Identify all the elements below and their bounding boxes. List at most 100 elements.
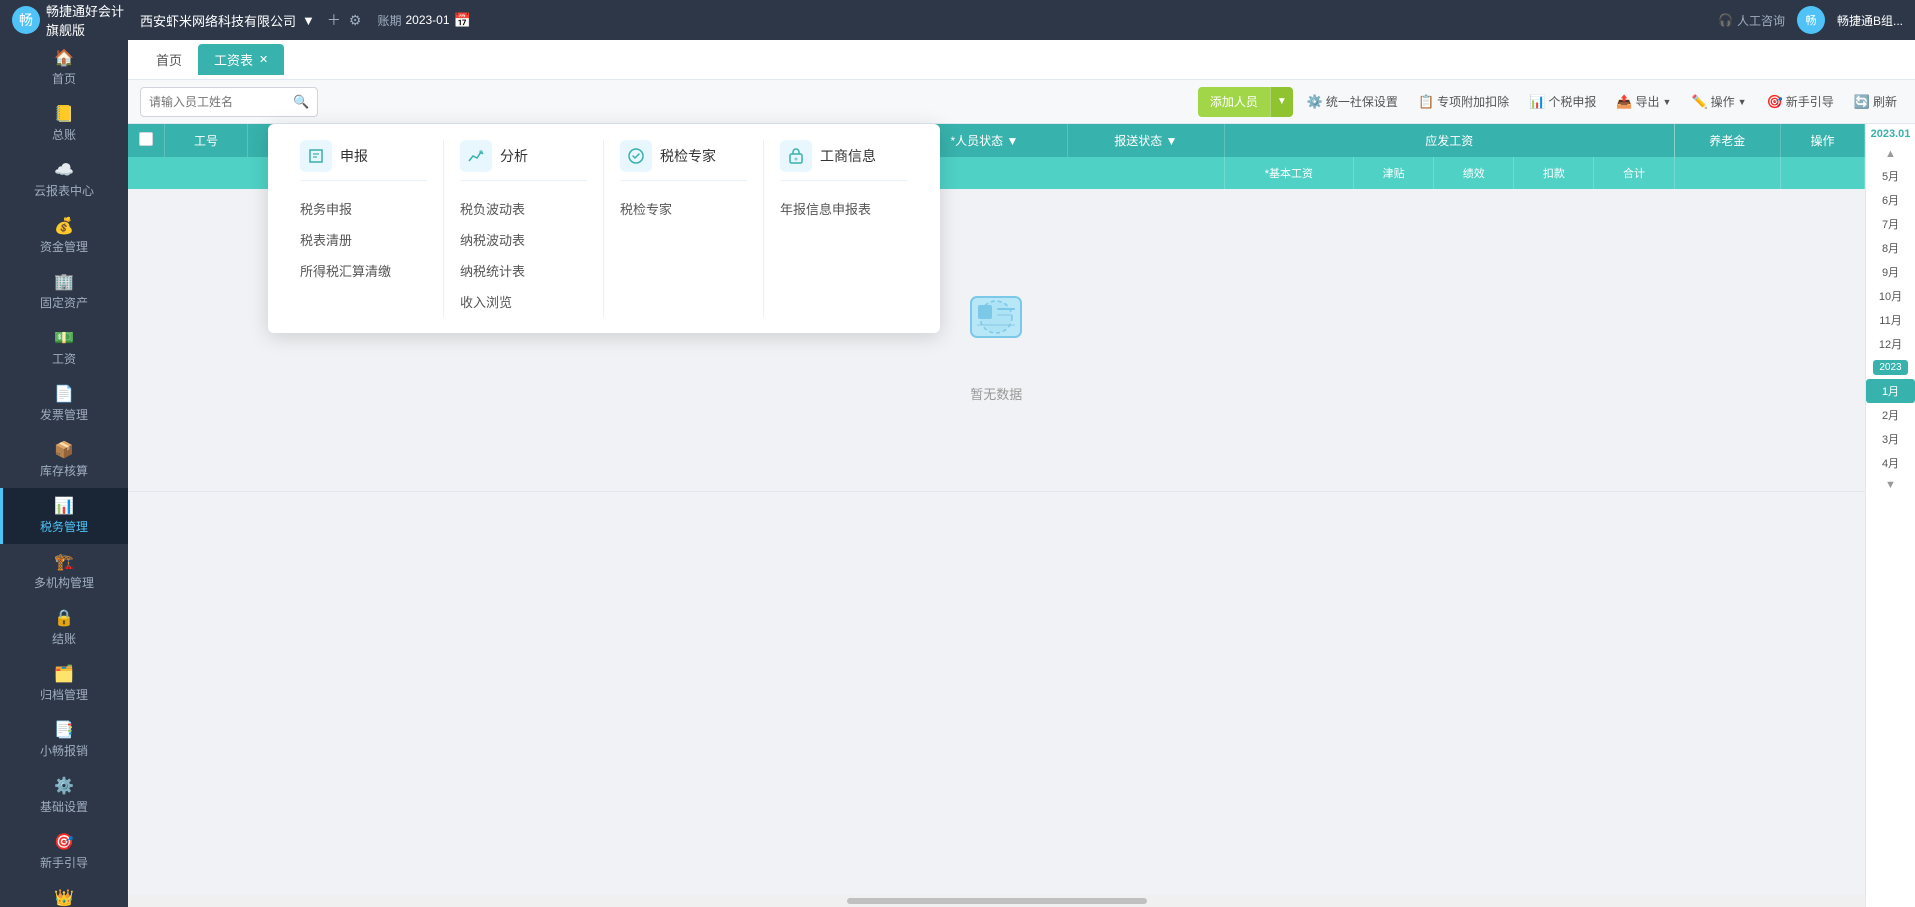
sidebar-label-inventory: 库存核算 xyxy=(40,464,88,480)
special-deduction-btn[interactable]: 📋 专项附加扣除 xyxy=(1412,93,1515,110)
add-person-button[interactable]: 添加人员 xyxy=(1198,87,1270,117)
timeline-month-8[interactable]: 8月 xyxy=(1866,236,1915,260)
dropdown-item-tax-payment-table[interactable]: 纳税波动表 xyxy=(460,224,587,255)
timeline-month-11[interactable]: 11月 xyxy=(1866,308,1915,332)
sidebar-item-invoice[interactable]: 📄 发票管理 xyxy=(0,376,128,432)
sidebar-item-close[interactable]: 🔒 结账 xyxy=(0,600,128,656)
timeline-month-4[interactable]: 4月 xyxy=(1866,451,1915,475)
add-person-dropdown-arrow[interactable]: ▼ xyxy=(1270,87,1293,117)
member-icon: 👑 xyxy=(54,888,74,907)
declaration-col-title: 申报 xyxy=(340,146,368,166)
timeline-month-5[interactable]: 5月 xyxy=(1866,164,1915,188)
th-salary-group: 应发工资 xyxy=(1224,124,1674,157)
th-op-sub xyxy=(1780,157,1864,189)
social-insurance-btn[interactable]: ⚙️ 统一社保设置 xyxy=(1301,93,1404,110)
refresh-btn[interactable]: 🔄 刷新 xyxy=(1848,93,1903,110)
company-name: 西安虾米网络科技有限公司 xyxy=(140,11,296,30)
operation-btn[interactable]: ✏️ 操作 ▼ xyxy=(1685,93,1752,110)
sidebar-item-settings[interactable]: ⚙️ 基础设置 xyxy=(0,768,128,824)
horizontal-scrollbar[interactable] xyxy=(128,895,1865,907)
company-selector[interactable]: 西安虾米网络科技有限公司 ▼ xyxy=(140,11,315,30)
timeline-month-10[interactable]: 10月 xyxy=(1866,284,1915,308)
service-button[interactable]: 🎧 人工咨询 xyxy=(1718,12,1785,29)
tab-close-icon[interactable]: ✕ xyxy=(259,53,268,66)
timeline-month-6[interactable]: 6月 xyxy=(1866,188,1915,212)
sidebar-item-guide[interactable]: 🎯 新手引导 xyxy=(0,824,128,880)
timeline-header-date: 2023.01 xyxy=(1871,124,1911,144)
special-deduction-icon: 📋 xyxy=(1418,94,1434,110)
timeline-month-2[interactable]: 2月 xyxy=(1866,403,1915,427)
sidebar-item-inventory[interactable]: 📦 库存核算 xyxy=(0,432,128,488)
tab-salary-table[interactable]: 工资表 ✕ xyxy=(198,44,284,75)
sidebar-item-home[interactable]: 🏠 首页 xyxy=(0,40,128,96)
th-report-status: 报送状态 ▼ xyxy=(1067,124,1224,157)
search-input[interactable] xyxy=(149,95,289,109)
dropdown-item-income-browse[interactable]: 收入浏览 xyxy=(460,286,587,317)
timeline-month-9[interactable]: 9月 xyxy=(1866,260,1915,284)
sidebar-label-home: 首页 xyxy=(52,72,76,88)
tab-home[interactable]: 首页 xyxy=(140,44,198,75)
sidebar-label-fund: 资金管理 xyxy=(40,240,88,256)
sidebar-item-salary[interactable]: 💵 工资 xyxy=(0,320,128,376)
multi-icon: 🏗️ xyxy=(54,552,74,572)
sidebar-item-cloud[interactable]: ☁️ 云报表中心 xyxy=(0,152,128,208)
timeline-month-12[interactable]: 12月 xyxy=(1866,332,1915,356)
tab-salary-label: 工资表 xyxy=(214,50,253,69)
report-icon: 📑 xyxy=(54,720,74,740)
sidebar-item-report[interactable]: 📑 小畅报销 xyxy=(0,712,128,768)
operation-icon: ✏️ xyxy=(1691,94,1707,110)
export-btn[interactable]: 📤 导出 ▼ xyxy=(1610,93,1677,110)
assets-icon: 🏢 xyxy=(54,272,74,292)
individual-tax-btn[interactable]: 📊 个税申报 xyxy=(1523,93,1602,110)
guide-btn[interactable]: 🎯 新手引导 xyxy=(1761,93,1840,110)
search-icon: 🔍 xyxy=(293,94,309,110)
refresh-label: 刷新 xyxy=(1873,93,1897,110)
export-icon: 📤 xyxy=(1616,94,1632,110)
timeline-month-3[interactable]: 3月 xyxy=(1866,427,1915,451)
individual-tax-icon: 📊 xyxy=(1529,94,1545,110)
timeline-month-1[interactable]: 1月 xyxy=(1866,379,1915,403)
settings-icon[interactable]: ⚙ xyxy=(349,12,362,29)
analysis-col-title: 分析 xyxy=(500,146,528,166)
empty-text: 暂无数据 xyxy=(970,384,1022,403)
dropdown-item-tax-check-expert[interactable]: 税检专家 xyxy=(620,193,747,224)
scrollbar-thumb[interactable] xyxy=(847,898,1147,904)
dropdown-item-tax-declaration[interactable]: 税务申报 xyxy=(300,193,427,224)
archive-icon: 🗂️ xyxy=(54,664,74,684)
empty-illustration xyxy=(956,277,1036,372)
sidebar-item-ledger[interactable]: 📒 总账 xyxy=(0,96,128,152)
select-all-checkbox[interactable] xyxy=(139,132,153,146)
dropdown-item-income-tax-calc[interactable]: 所得税汇算清缴 xyxy=(300,255,427,286)
add-company-button[interactable]: ＋ xyxy=(327,10,341,30)
sidebar-item-tax[interactable]: 📊 税务管理 xyxy=(0,488,128,544)
guide-toolbar-icon: 🎯 xyxy=(1767,94,1783,110)
report-status-filter-icon[interactable]: ▼ xyxy=(1166,134,1178,148)
dropdown-item-annual-report[interactable]: 年报信息申报表 xyxy=(780,193,908,224)
business-info-col-icon xyxy=(780,140,812,172)
user-avatar: 畅 xyxy=(1797,6,1825,34)
close-icon: 🔒 xyxy=(54,608,74,628)
th-pension: 养老金 xyxy=(1674,124,1780,157)
timeline-up-nav[interactable]: ▲ xyxy=(1866,144,1915,164)
top-header: 畅 畅捷通好会计 旗舰版 西安虾米网络科技有限公司 ▼ ＋ ⚙ 账期 2023-… xyxy=(0,0,1915,40)
calendar-icon[interactable]: 📅 xyxy=(454,12,471,29)
dropdown-item-tax-stats-table[interactable]: 纳税统计表 xyxy=(460,255,587,286)
timeline-month-7[interactable]: 7月 xyxy=(1866,212,1915,236)
sidebar-item-fund[interactable]: 💰 资金管理 xyxy=(0,208,128,264)
sidebar-item-assets[interactable]: 🏢 固定资产 xyxy=(0,264,128,320)
ledger-icon: 📒 xyxy=(54,104,74,124)
timeline-down-nav[interactable]: ▼ xyxy=(1866,475,1915,495)
dropdown-item-tax-table-clear[interactable]: 税表清册 xyxy=(300,224,427,255)
sidebar-item-archive[interactable]: 🗂️ 归档管理 xyxy=(0,656,128,712)
timeline-year-2023[interactable]: 2023 xyxy=(1873,360,1907,375)
th-pension-sub xyxy=(1674,157,1780,189)
business-info-col-title: 工商信息 xyxy=(820,146,876,166)
status-filter-icon[interactable]: ▼ xyxy=(1006,134,1018,148)
service-label: 人工咨询 xyxy=(1737,12,1785,29)
th-checkbox xyxy=(128,124,164,157)
add-person-label: 添加人员 xyxy=(1210,93,1258,110)
sidebar-item-member[interactable]: 👑 畅会员 xyxy=(0,880,128,907)
sidebar-item-multi[interactable]: 🏗️ 多机构管理 xyxy=(0,544,128,600)
individual-tax-label: 个税申报 xyxy=(1548,93,1596,110)
dropdown-item-tax-burden-table[interactable]: 税负波动表 xyxy=(460,193,587,224)
